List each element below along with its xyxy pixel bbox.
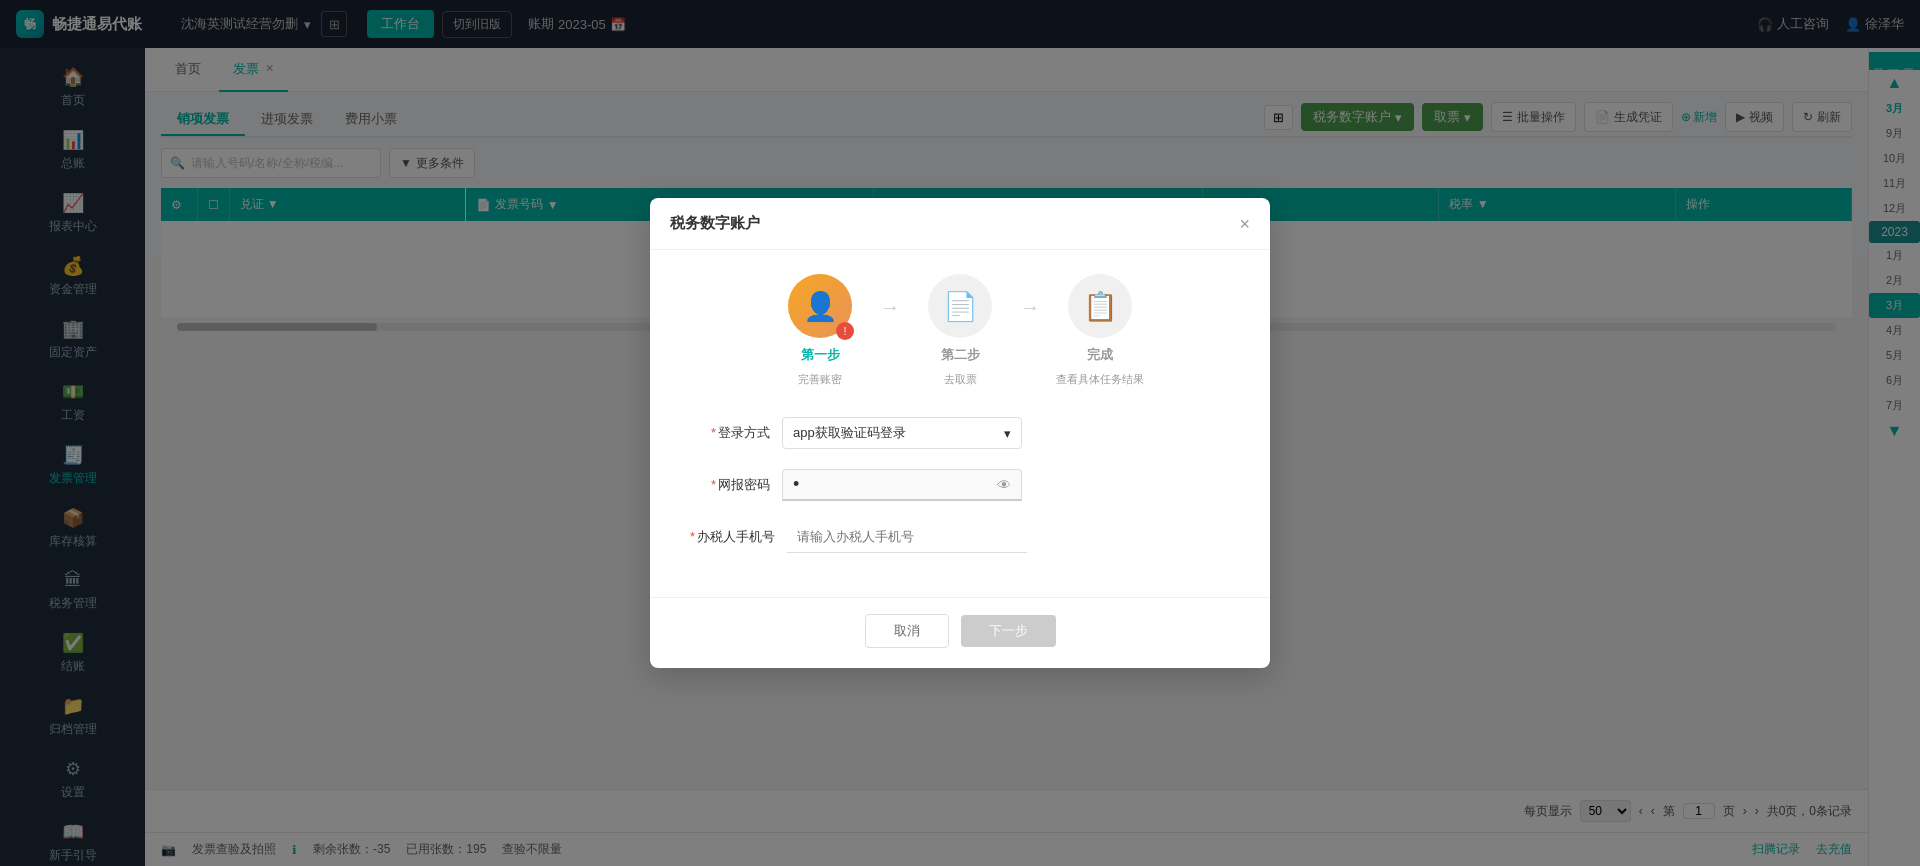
tax-digital-modal: 税务数字账户 × 👤 ! 第一步 完善账密 → (650, 198, 1270, 668)
step-2-label: 第二步 (941, 346, 980, 364)
login-method-value: app获取验证码登录 (793, 424, 906, 442)
modal-header: 税务数字账户 × (650, 198, 1270, 250)
step-arrow-2: → (1020, 296, 1040, 319)
step-1: 👤 ! 第一步 完善账密 (760, 274, 880, 387)
login-method-label: 登录方式 (690, 424, 770, 442)
step-1-desc: 完善账密 (798, 372, 842, 387)
step-3: 📋 完成 查看具体任务结果 (1040, 274, 1160, 387)
phone-label: 办税人手机号 (690, 528, 775, 546)
modal-title: 税务数字账户 (670, 214, 760, 233)
step-2-icon: 📄 (928, 274, 992, 338)
step-1-badge: ! (836, 322, 854, 340)
phone-row: 办税人手机号 (690, 521, 1230, 553)
modal-footer: 取消 下一步 (650, 597, 1270, 668)
select-dropdown-icon: ▾ (1004, 426, 1011, 441)
step-1-icon: 👤 ! (788, 274, 852, 338)
password-input[interactable]: • 👁 (782, 469, 1022, 501)
password-label: 网报密码 (690, 476, 770, 494)
step-3-desc: 查看具体任务结果 (1056, 372, 1144, 387)
modal-close-button[interactable]: × (1239, 215, 1250, 233)
step-2: 📄 第二步 去取票 (900, 274, 1020, 387)
password-row: 网报密码 • 👁 (690, 469, 1230, 501)
password-dots: • (793, 474, 801, 495)
steps-row: 👤 ! 第一步 完善账密 → 📄 第二步 去取票 → (690, 274, 1230, 387)
eye-toggle-icon[interactable]: 👁 (997, 477, 1011, 493)
login-method-select[interactable]: app获取验证码登录 ▾ (782, 417, 1022, 449)
next-button[interactable]: 下一步 (961, 615, 1056, 647)
step-2-desc: 去取票 (944, 372, 977, 387)
step-1-label: 第一步 (801, 346, 840, 364)
modal-body: 👤 ! 第一步 完善账密 → 📄 第二步 去取票 → (650, 250, 1270, 597)
step-3-icon: 📋 (1068, 274, 1132, 338)
step-arrow-1: → (880, 296, 900, 319)
step-3-label: 完成 (1087, 346, 1113, 364)
modal-overlay[interactable]: 税务数字账户 × 👤 ! 第一步 完善账密 → (0, 0, 1920, 866)
login-method-row: 登录方式 app获取验证码登录 ▾ (690, 417, 1230, 449)
cancel-button[interactable]: 取消 (865, 614, 949, 648)
phone-input[interactable] (787, 521, 1027, 553)
